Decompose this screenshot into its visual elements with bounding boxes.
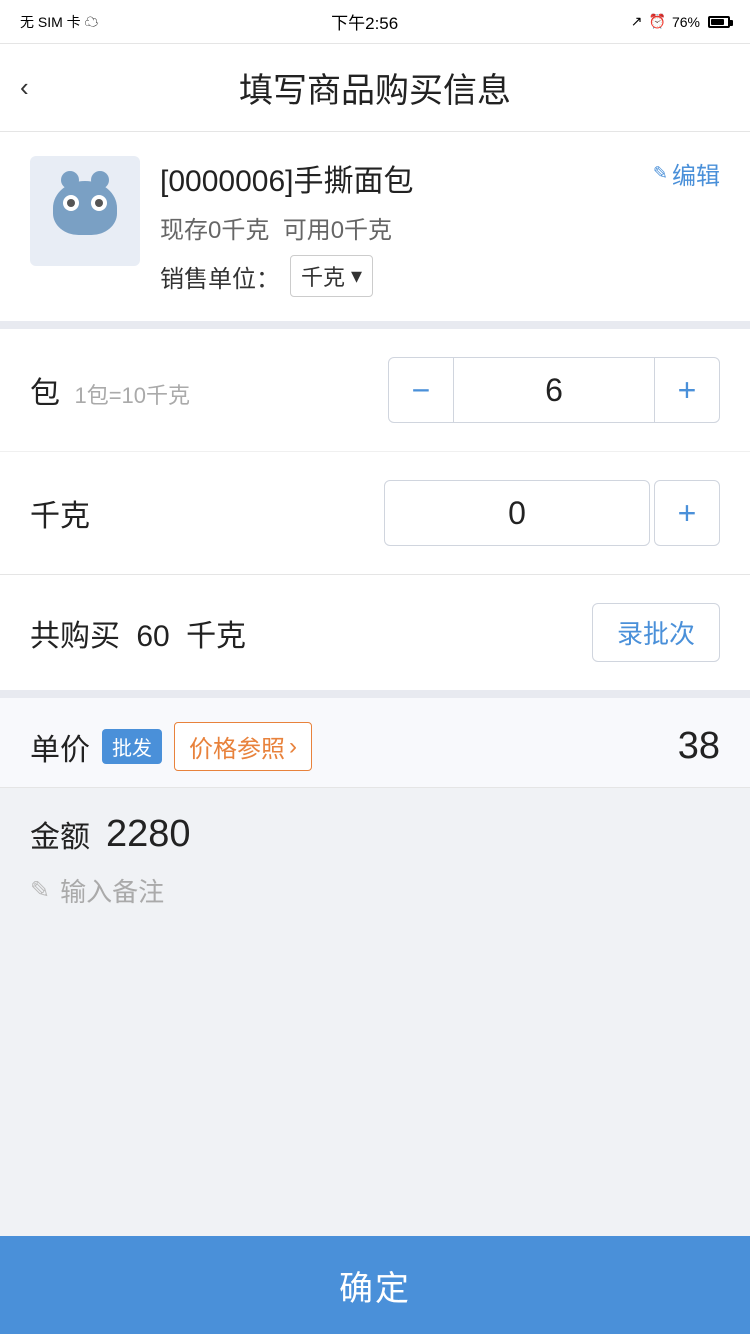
status-bar: 无 SIM 卡 ☁ 下午2:56 ↗ ⏰ 76% [0, 0, 750, 44]
quantity-section: 包 1包=10千克 − + 千克 + [0, 329, 750, 575]
qty-input-kg[interactable] [384, 480, 650, 546]
nav-bar: ‹ 填写商品购买信息 [0, 44, 750, 132]
qty-controls-kg: + [384, 480, 720, 546]
content-spacer [0, 919, 750, 1199]
qty-row-kg: 千克 + [0, 452, 750, 574]
price-section: 单价 批发 价格参照 › 38 [0, 698, 750, 788]
alarm-icon: ⏰ [649, 13, 666, 30]
remark-row[interactable]: ✎ 输入备注 [30, 872, 720, 909]
page-title: 填写商品购买信息 [239, 63, 511, 112]
confirm-button[interactable]: 确定 [0, 1236, 750, 1334]
edit-icon: ✎ [653, 163, 668, 184]
qty-input-bao[interactable] [454, 357, 654, 423]
price-badge: 批发 [102, 729, 162, 764]
unit-selector[interactable]: 千克 ▾ [290, 255, 373, 297]
qty-plus-kg[interactable]: + [654, 480, 720, 546]
chevron-right-icon: › [289, 733, 297, 761]
product-info: [0000006]手撕面包 ✎ 编辑 现存0千克 可用0千克 销售单位： 千克 … [160, 156, 720, 297]
battery-icon [708, 16, 730, 28]
product-name: [0000006]手撕面包 [160, 156, 413, 200]
sim-status: 无 SIM 卡 ☁ [20, 12, 99, 32]
back-button[interactable]: ‹ [20, 72, 29, 103]
qty-label-bao: 包 1包=10千克 [30, 368, 190, 412]
qty-label-kg: 千克 [30, 491, 90, 535]
qty-plus-bao[interactable]: + [654, 357, 720, 423]
product-card: [0000006]手撕面包 ✎ 编辑 现存0千克 可用0千克 销售单位： 千克 … [0, 132, 750, 329]
edit-label: 编辑 [672, 156, 720, 191]
main-content: [0000006]手撕面包 ✎ 编辑 现存0千克 可用0千克 销售单位： 千克 … [0, 132, 750, 1297]
battery-percent: 76% [672, 14, 700, 30]
product-unit-row: 销售单位： 千克 ▾ [160, 255, 720, 297]
product-image [53, 181, 117, 235]
remark-placeholder: 输入备注 [60, 872, 164, 909]
price-row: 单价 批发 价格参照 › 38 [30, 722, 720, 771]
status-right: ↗ ⏰ 76% [631, 13, 730, 30]
product-thumbnail [30, 156, 140, 266]
amount-section: 金额 2280 ✎ 输入备注 [0, 788, 750, 919]
qty-minus-bao[interactable]: − [388, 357, 454, 423]
edit-button[interactable]: ✎ 编辑 [653, 156, 720, 191]
price-value: 38 [678, 725, 720, 768]
price-ref-button[interactable]: 价格参照 › [174, 722, 312, 771]
qty-controls-bao: − + [388, 357, 720, 423]
batch-button[interactable]: 录批次 [592, 603, 720, 662]
location-icon: ↗ [631, 13, 643, 30]
total-text: 共购买 60 千克 [30, 611, 246, 655]
product-stock: 现存0千克 可用0千克 [160, 210, 720, 245]
status-time: 下午2:56 [331, 9, 398, 34]
amount-value: 2280 [106, 813, 191, 856]
dropdown-icon: ▾ [351, 263, 362, 289]
price-label-group: 单价 批发 价格参照 › [30, 722, 312, 771]
status-left: 无 SIM 卡 ☁ [20, 12, 99, 32]
pencil-icon: ✎ [30, 876, 50, 905]
amount-row: 金额 2280 [30, 812, 720, 856]
qty-row-bao: 包 1包=10千克 − + [0, 329, 750, 452]
total-row: 共购买 60 千克 录批次 [0, 575, 750, 698]
